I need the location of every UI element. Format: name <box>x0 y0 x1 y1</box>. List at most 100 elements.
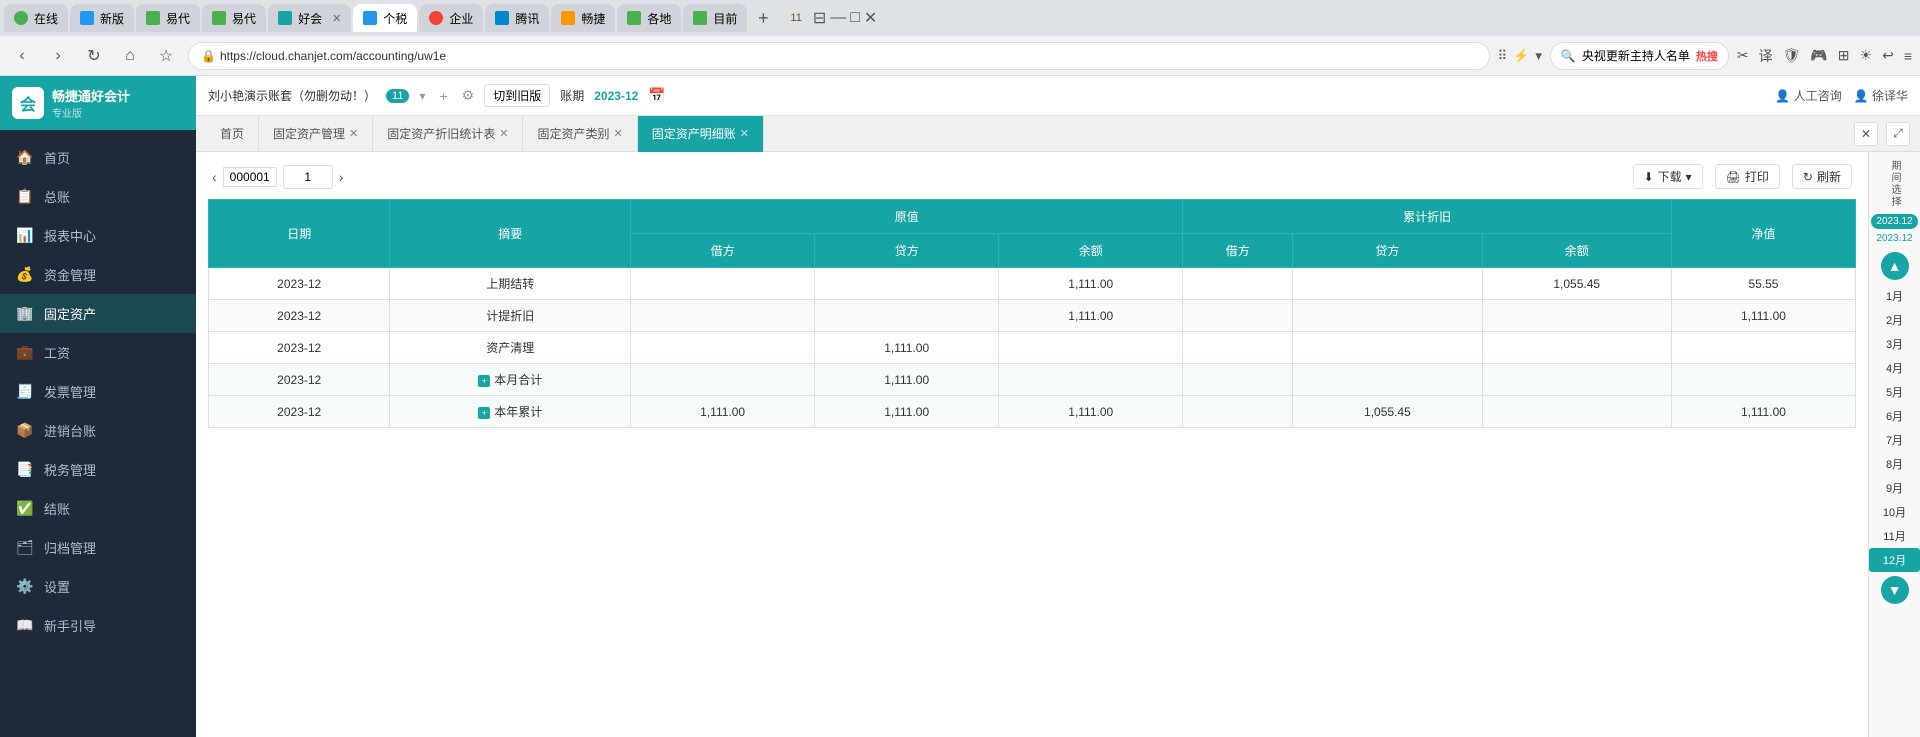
minimize-icon[interactable]: — <box>830 9 846 27</box>
sidebar-item-funds[interactable]: 💰 资金管理 <box>0 255 196 294</box>
period-month-10[interactable]: 10月 <box>1869 500 1920 524</box>
period-scroll-up-button[interactable]: ▲ <box>1881 252 1909 280</box>
calendar-icon[interactable]: 📅 <box>648 87 665 104</box>
period-scroll-down-button[interactable]: ▼ <box>1881 576 1909 604</box>
browser-tab-haohui[interactable]: 好会 ✕ <box>268 4 351 32</box>
next-page-button[interactable]: › <box>339 169 344 185</box>
period-month-6[interactable]: 6月 <box>1869 404 1920 428</box>
tab-asset-detail-ledger[interactable]: 固定资产明细账 ✕ <box>638 116 764 152</box>
refresh-button[interactable]: ↻ 刷新 <box>1792 164 1852 189</box>
period-month-5[interactable]: 5月 <box>1869 380 1920 404</box>
period-month-4[interactable]: 4月 <box>1869 356 1920 380</box>
reload-button[interactable]: ↻ <box>80 42 108 70</box>
close-browser-icon[interactable]: ✕ <box>864 8 877 28</box>
tab-fixed-assets-mgmt[interactable]: 固定资产管理 ✕ <box>259 116 373 152</box>
maximize-icon[interactable]: □ <box>850 9 860 27</box>
scissors-icon[interactable]: ✂ <box>1737 47 1749 64</box>
period-month-8[interactable]: 8月 <box>1869 452 1920 476</box>
period-month-7[interactable]: 7月 <box>1869 428 1920 452</box>
tab-close-current-button[interactable]: ✕ <box>1854 122 1878 146</box>
sidebar-item-reports[interactable]: 📊 报表中心 <box>0 216 196 255</box>
browser-tab-tengxun[interactable]: 腾讯 <box>485 4 549 32</box>
address-input[interactable]: 🔒 https://cloud.chanjet.com/accounting/u… <box>188 42 1490 70</box>
period-month-11[interactable]: 11月 <box>1869 524 1920 548</box>
subtotal-icon: + <box>478 375 490 387</box>
period-month-3[interactable]: 3月 <box>1869 332 1920 356</box>
prev-page-button[interactable]: ‹ <box>212 169 217 185</box>
translate-icon[interactable]: 译 <box>1759 46 1773 66</box>
sidebar-item-home[interactable]: 🏠 首页 <box>0 138 196 177</box>
sidebar-item-archive[interactable]: 🗂 归档管理 <box>0 528 196 567</box>
print-button[interactable]: 🖨 打印 <box>1715 164 1780 189</box>
sidebar-item-invoices[interactable]: 🧾 发票管理 <box>0 372 196 411</box>
browser-tab-muqian[interactable]: 目前 <box>683 4 747 32</box>
tab-close-icon[interactable]: ✕ <box>499 127 508 140</box>
tax-menu-icon: 📑 <box>16 461 34 479</box>
sidebar-item-payroll[interactable]: 💼 工资 <box>0 333 196 372</box>
tab-close-icon[interactable]: ✕ <box>614 127 623 140</box>
shield-icon[interactable]: 🛡 <box>1783 47 1801 64</box>
forward-button[interactable]: › <box>44 42 72 70</box>
tab-home[interactable]: 首页 <box>206 116 259 152</box>
download-dropdown-icon[interactable]: ▾ <box>1686 170 1692 184</box>
extensions-icon[interactable]: ⠿ <box>1498 48 1508 64</box>
bookmark-button[interactable]: ☆ <box>152 42 180 70</box>
browser-tab-geshui[interactable]: 个税 <box>353 4 417 32</box>
switch-version-button[interactable]: 切到旧版 <box>484 84 550 107</box>
tab-close-icon[interactable]: ✕ <box>349 127 358 140</box>
row-date: 2023-12 <box>209 364 390 396</box>
tab-close-icon[interactable]: ✕ <box>740 127 749 140</box>
row-summary: 计提折旧 <box>390 300 631 332</box>
sidebar-item-guide[interactable]: 📖 新手引导 <box>0 606 196 645</box>
customer-service-button[interactable]: 👤 人工咨询 <box>1775 87 1841 104</box>
tab-list-icon[interactable]: ⊟ <box>813 8 826 28</box>
row-summary: +本年累计 <box>390 396 631 428</box>
back-button[interactable]: ‹ <box>8 42 36 70</box>
row-dep-balance: 1,055.45 <box>1482 268 1671 300</box>
period-month-1[interactable]: 1月 <box>1869 284 1920 308</box>
brightness-icon[interactable]: ☀ <box>1860 47 1873 64</box>
add-account-icon[interactable]: + <box>439 88 447 104</box>
period-month-2[interactable]: 2月 <box>1869 308 1920 332</box>
action-bar-right: ⬇ 下载 ▾ 🖨 打印 ↻ 刷新 <box>1633 164 1852 189</box>
browser-tab-new[interactable]: 新版 <box>70 4 134 32</box>
search-box[interactable]: 🔍 央视更新主持人名单 热搜 <box>1550 42 1729 70</box>
header-date: 日期 <box>209 200 390 268</box>
download-button[interactable]: ⬇ 下载 ▾ <box>1633 164 1703 189</box>
sidebar-item-purchase-sales[interactable]: 📦 进销台账 <box>0 411 196 450</box>
period-month-12[interactable]: 12月 <box>1869 548 1920 572</box>
new-tab-button[interactable]: + <box>749 4 777 32</box>
tab-asset-category[interactable]: 固定资产类别 ✕ <box>523 116 637 152</box>
tab-close-icon[interactable]: ✕ <box>332 12 341 25</box>
row-summary: +本月合计 <box>390 364 631 396</box>
sidebar-item-fixed-assets[interactable]: 🏢 固定资产 <box>0 294 196 333</box>
game-icon[interactable]: 🎮 <box>1810 47 1827 64</box>
sidebar-item-general-ledger[interactable]: 📋 总账 <box>0 177 196 216</box>
settings-gear-icon[interactable]: ⚙ <box>462 87 475 104</box>
tab-maximize-button[interactable]: ⤢ <box>1886 122 1910 146</box>
dropdown-arrow[interactable]: ▾ <box>419 89 425 103</box>
sidebar-item-tax[interactable]: 📑 税务管理 <box>0 450 196 489</box>
period-month-9[interactable]: 9月 <box>1869 476 1920 500</box>
user-avatar[interactable]: 👤 徐译华 <box>1854 87 1908 104</box>
tab-depreciation-stats[interactable]: 固定资产折旧统计表 ✕ <box>373 116 523 152</box>
browser-tab-qiye[interactable]: 企业 <box>419 4 483 32</box>
sidebar-item-closing[interactable]: ✅ 结账 <box>0 489 196 528</box>
menu-icon[interactable]: ≡ <box>1904 48 1912 64</box>
logo-sub: 专业版 <box>52 105 130 120</box>
logo-icon: 会 <box>12 87 44 119</box>
sidebar-item-label: 归档管理 <box>44 538 96 557</box>
browser-tab-yidai1[interactable]: 易代 <box>136 4 200 32</box>
browser-tab-online[interactable]: 在线 <box>4 4 68 32</box>
home-button[interactable]: ⌂ <box>116 42 144 70</box>
browser-tab-gedi[interactable]: 各地 <box>617 4 681 32</box>
header-original-value: 原值 <box>631 200 1183 234</box>
browser-tab-yidai2[interactable]: 易代 <box>202 4 266 32</box>
sidebar-item-settings[interactable]: ⚙️ 设置 <box>0 567 196 606</box>
grid-icon[interactable]: ⊞ <box>1838 47 1850 64</box>
lightning-icon[interactable]: ⚡ <box>1513 48 1529 64</box>
undo-icon[interactable]: ↩ <box>1882 47 1894 64</box>
dropdown-icon[interactable]: ▾ <box>1535 48 1542 64</box>
page-number-input[interactable] <box>283 165 333 189</box>
browser-tab-changjie[interactable]: 畅捷 <box>551 4 615 32</box>
